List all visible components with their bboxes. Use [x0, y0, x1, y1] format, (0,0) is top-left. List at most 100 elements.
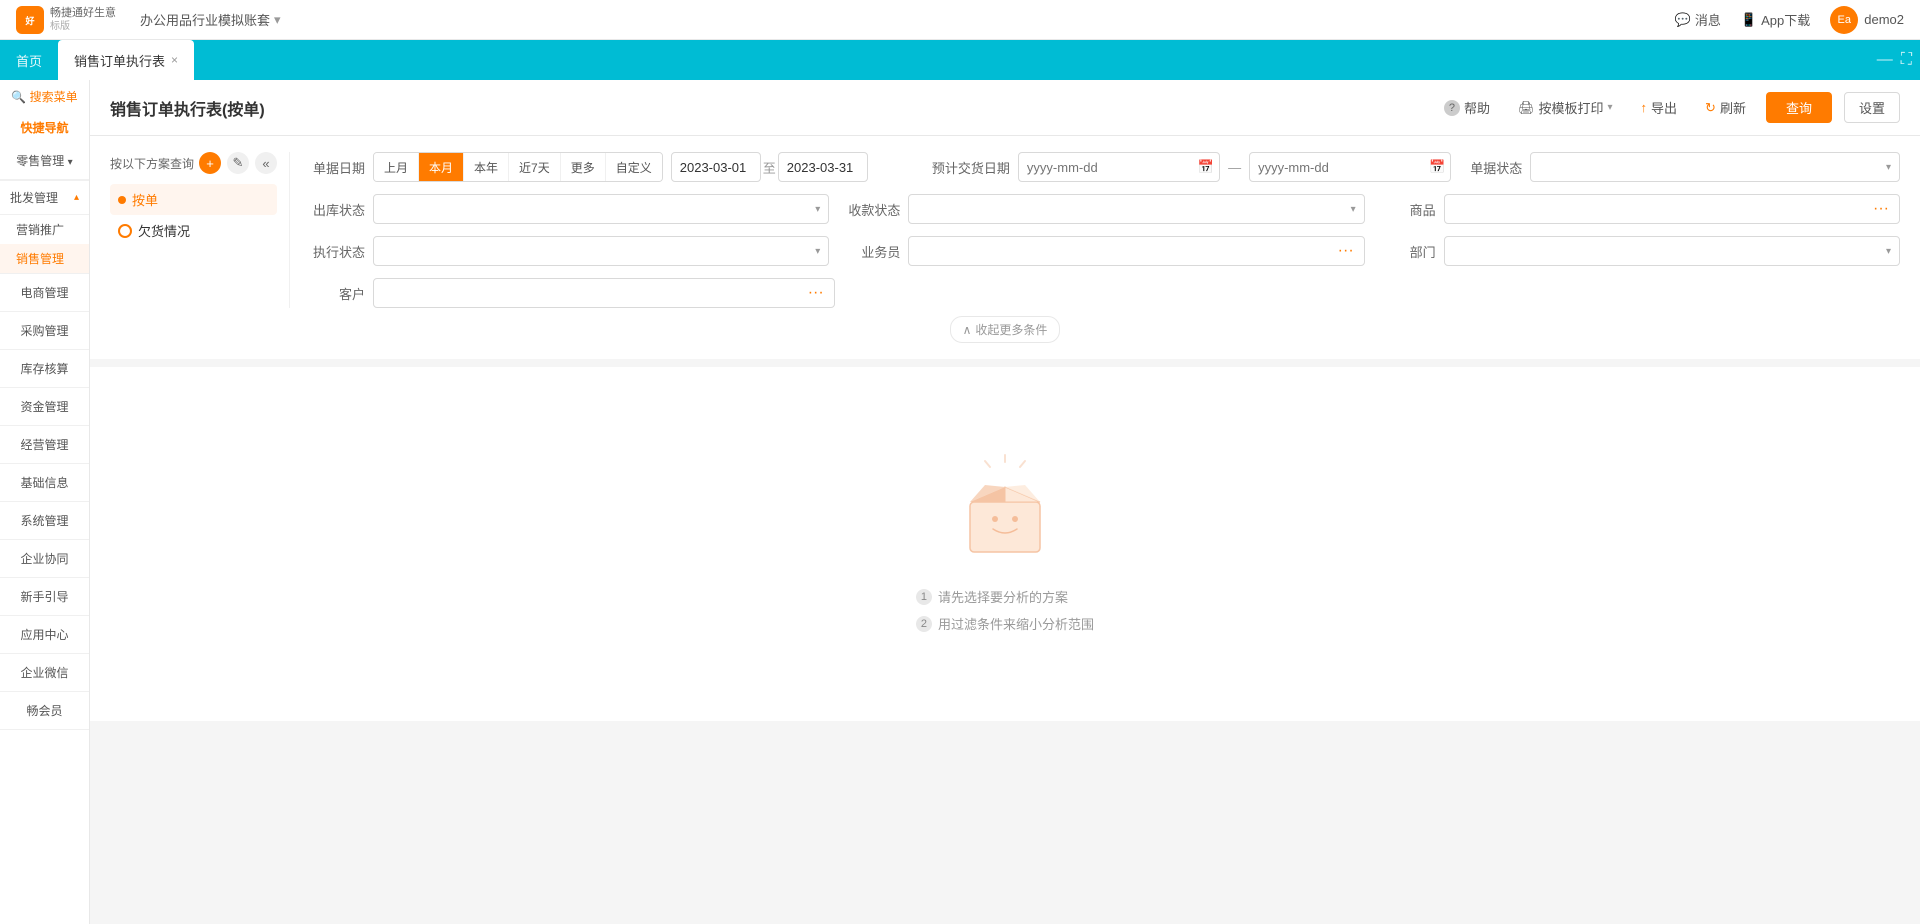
sidebar-item-sales-mgmt[interactable]: 销售管理	[0, 244, 89, 273]
filter-row-3: 执行状态 ▾ 业务员 ···	[310, 236, 1900, 266]
sidebar-search-label: 搜索菜单	[30, 90, 78, 104]
sidebar-group-retail: 零售管理 ▾	[0, 142, 89, 181]
collapse-chevron-icon: ∧	[963, 323, 972, 337]
user-profile[interactable]: Ea demo2	[1830, 6, 1904, 34]
export-button[interactable]: ↑ 导出	[1633, 94, 1686, 121]
help-button[interactable]: ? 帮助	[1436, 94, 1498, 121]
app-download-action[interactable]: 📱 App下载	[1741, 10, 1810, 29]
sidebar-item-system[interactable]: 系统管理	[0, 502, 89, 540]
logo-text: 畅捷通好生意 标版	[50, 6, 116, 33]
top-header: 好 畅捷通好生意 标版 办公用品行业模拟账套 ▾ 💬 消息 📱 App下载 Ea…	[0, 0, 1920, 40]
avatar: Ea	[1830, 6, 1858, 34]
expected-date-to-input[interactable]	[1249, 152, 1451, 182]
scheme-欠货情况[interactable]: 欠货情况	[110, 215, 277, 246]
tab-sales-order[interactable]: 销售订单执行表 ×	[58, 40, 194, 80]
sidebar-search[interactable]: 🔍 搜索菜单	[0, 80, 89, 113]
sidebar-item-ecommerce[interactable]: 电商管理	[0, 274, 89, 312]
collapse-button[interactable]: ∧ 收起更多条件	[950, 316, 1061, 343]
tab-home[interactable]: 首页	[0, 40, 58, 80]
exec-status-select[interactable]: ▾	[373, 236, 829, 266]
hint-num-1: 1	[916, 589, 932, 605]
receipt-status-select[interactable]: ▾	[908, 194, 1364, 224]
breadcrumb: 办公用品行业模拟账套 ▾	[140, 10, 281, 29]
sidebar-item-app-center[interactable]: 应用中心	[0, 616, 89, 654]
empty-hint-1: 1 请先选择要分析的方案	[916, 587, 1094, 606]
tab-expand-icon[interactable]: ⛶	[1901, 51, 1912, 69]
page-title: 销售订单执行表(按单)	[110, 96, 265, 120]
add-scheme-button[interactable]: +	[199, 152, 221, 174]
sidebar-item-marketing[interactable]: 营销推广	[0, 215, 89, 244]
scheme-active-indicator	[118, 196, 126, 204]
tab-minimize-icon[interactable]: —	[1877, 51, 1893, 69]
breadcrumb-dropdown-icon[interactable]: ▾	[274, 12, 281, 28]
sidebar-item-retail[interactable]: 零售管理 ▾	[0, 142, 89, 180]
collapse-row: ∧ 收起更多条件	[110, 308, 1900, 343]
header-right: 💬 消息 📱 App下载 Ea demo2	[1675, 6, 1904, 34]
sidebar-item-member[interactable]: 畅会员	[0, 692, 89, 730]
expected-date-from-input[interactable]	[1018, 152, 1220, 182]
out-status-label: 出库状态	[310, 200, 365, 219]
scheme-label-2: 欠货情况	[138, 221, 190, 240]
order-status-select[interactable]: ▾	[1530, 152, 1900, 182]
print-dropdown-icon: ▾	[1608, 102, 1613, 113]
salesperson-label: 业务员	[845, 242, 900, 261]
tab-sales-order-label: 销售订单执行表	[74, 51, 165, 70]
customer-more-button[interactable]: ···	[806, 284, 826, 302]
empty-state: 1 请先选择要分析的方案 2 用过滤条件来缩小分析范围	[90, 367, 1920, 721]
refresh-button[interactable]: ↻ 刷新	[1697, 94, 1754, 121]
sidebar-item-enterprise-wechat[interactable]: 企业微信	[0, 654, 89, 692]
salesperson-more-button[interactable]: ···	[1336, 242, 1356, 260]
sidebar: 🔍 搜索菜单 快捷导航 零售管理 ▾ 批发管理 ▴ 营销推广 销售管理	[0, 80, 90, 924]
collapse-scheme-button[interactable]: «	[255, 152, 277, 174]
expected-date-label: 预计交货日期	[932, 158, 1010, 177]
filter-scheme-selector: 按以下方案查询 + ✎ «	[110, 152, 290, 308]
date-quick-thisyear[interactable]: 本年	[464, 153, 509, 181]
sidebar-item-operations[interactable]: 经营管理	[0, 426, 89, 464]
expected-date-to-wrap: 📅	[1249, 152, 1451, 182]
logo-icon: 好	[16, 6, 44, 34]
sidebar-item-basic-info[interactable]: 基础信息	[0, 464, 89, 502]
date-quick-lastmonth[interactable]: 上月	[374, 153, 419, 181]
export-label: 导出	[1651, 98, 1677, 117]
collapse-icon: «	[262, 156, 269, 171]
svg-text:好: 好	[24, 15, 34, 26]
tab-home-label: 首页	[16, 51, 42, 70]
message-icon: 💬	[1675, 12, 1691, 28]
date-from-input[interactable]	[671, 152, 761, 182]
filter-row-2: 出库状态 ▾ 收款状态 ▾	[310, 194, 1900, 224]
date-quick-7days[interactable]: 近7天	[509, 153, 561, 181]
sidebar-item-wholesale[interactable]: 批发管理 ▴	[0, 181, 89, 215]
filter-fields: 单据日期 上月 本月 本年 近7天 更多 自定义	[298, 152, 1900, 308]
sidebar-item-inventory[interactable]: 库存核算	[0, 350, 89, 388]
sidebar-quick-nav: 快捷导航	[0, 113, 89, 142]
out-status-select[interactable]: ▾	[373, 194, 829, 224]
filter-scheme-header: 按以下方案查询 + ✎ «	[110, 152, 277, 174]
sidebar-item-purchase[interactable]: 采购管理	[0, 312, 89, 350]
refresh-icon: ↻	[1705, 100, 1716, 116]
help-label: 帮助	[1464, 98, 1490, 117]
sidebar-item-enterprise[interactable]: 企业协同	[0, 540, 89, 578]
print-button[interactable]: 🖨 按模板打印 ▾	[1510, 94, 1621, 121]
receipt-status-label: 收款状态	[845, 200, 900, 219]
breadcrumb-text: 办公用品行业模拟账套	[140, 10, 270, 29]
print-icon: 🖨	[1518, 100, 1535, 116]
sidebar-item-newbie[interactable]: 新手引导	[0, 578, 89, 616]
product-more-button[interactable]: ···	[1871, 200, 1891, 218]
main-layout: 🔍 搜索菜单 快捷导航 零售管理 ▾ 批发管理 ▴ 营销推广 销售管理	[0, 80, 1920, 924]
message-action[interactable]: 💬 消息	[1675, 10, 1721, 29]
user-name: demo2	[1864, 12, 1904, 27]
date-quick-thismonth[interactable]: 本月	[419, 153, 464, 181]
date-to-input[interactable]	[778, 152, 868, 182]
tab-close-icon[interactable]: ×	[171, 53, 178, 67]
edit-scheme-button[interactable]: ✎	[227, 152, 249, 174]
query-button[interactable]: 查询	[1766, 92, 1832, 123]
date-quick-more[interactable]: 更多	[561, 153, 606, 181]
dept-select[interactable]: ▾	[1444, 236, 1900, 266]
app-download-label: App下载	[1761, 10, 1810, 29]
sidebar-item-finance[interactable]: 资金管理	[0, 388, 89, 426]
edit-icon: ✎	[233, 155, 244, 171]
date-quick-custom[interactable]: 自定义	[606, 153, 662, 181]
scheme-按单[interactable]: 按单	[110, 184, 277, 215]
date-label: 单据日期	[310, 158, 365, 177]
settings-button[interactable]: 设置	[1844, 92, 1900, 123]
